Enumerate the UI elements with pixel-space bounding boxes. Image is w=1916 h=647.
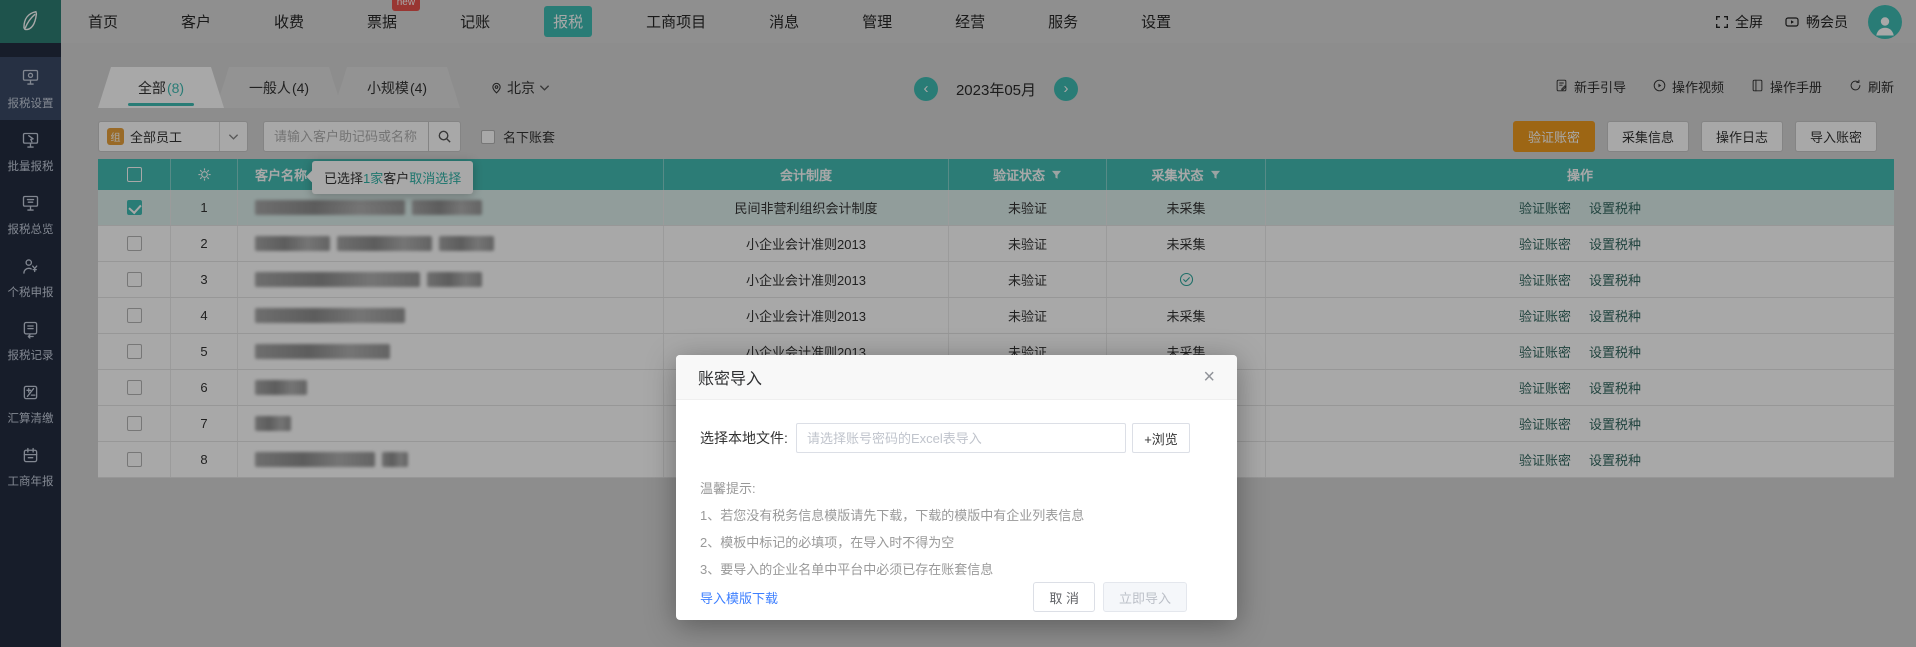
close-icon[interactable]: ×: [1203, 367, 1215, 387]
dialog-header: 账密导入 ×: [676, 355, 1237, 400]
tips-block: 温馨提示: 1、若您没有税务信息模版请先下载，下载的模版中有企业列表信息 2、模板…: [700, 475, 1084, 583]
dialog-title: 账密导入: [698, 371, 763, 388]
file-path-input[interactable]: [796, 423, 1126, 453]
tip-item: 3、要导入的企业名单中平台中必须已存在账套信息: [700, 562, 994, 577]
browse-button[interactable]: +浏览: [1132, 423, 1190, 453]
tip-item: 2、模板中标记的必填项，在导入时不得为空: [700, 535, 955, 550]
file-select-row: 选择本地文件: +浏览: [700, 423, 1190, 453]
cancel-button[interactable]: 取 消: [1033, 582, 1095, 612]
template-download-link[interactable]: 导入模版下载: [700, 588, 778, 607]
password-import-dialog: 账密导入 × 选择本地文件: +浏览 温馨提示: 1、若您没有税务信息模版请先下…: [676, 355, 1237, 620]
tips-list: 1、若您没有税务信息模版请先下载，下载的模版中有企业列表信息 2、模板中标记的必填…: [700, 502, 1084, 583]
dialog-buttons: 取 消 立即导入: [1033, 582, 1187, 612]
tip-item: 1、若您没有税务信息模版请先下载，下载的模版中有企业列表信息: [700, 508, 1085, 523]
tips-title: 温馨提示:: [700, 481, 756, 496]
confirm-import-button[interactable]: 立即导入: [1102, 582, 1187, 612]
app-root: 首页 客户 收费 票据 new 记账 报税 工商项目 消息 管理 经营 服务 设置 全屏 畅会员: [0, 0, 1916, 647]
file-select-label: 选择本地文件:: [700, 430, 788, 446]
